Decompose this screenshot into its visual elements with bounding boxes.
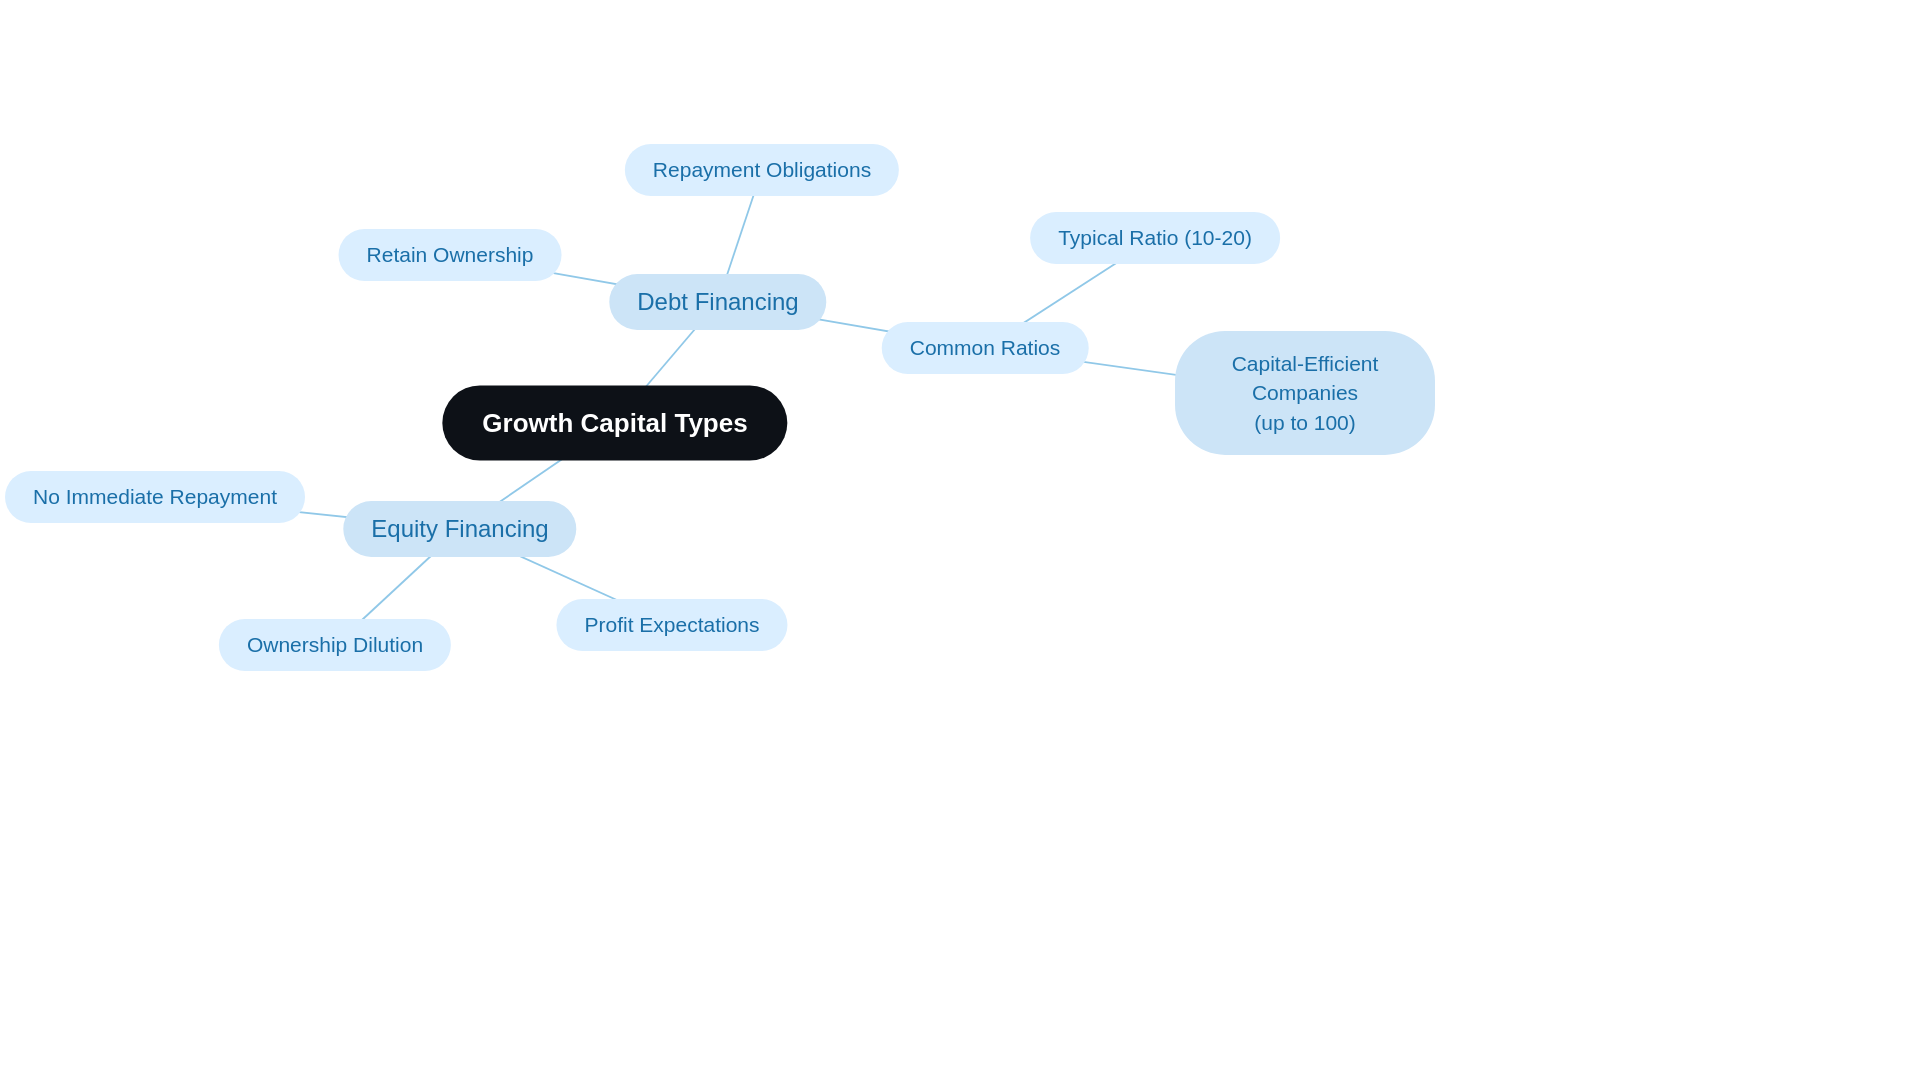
- mindmap-container: Growth Capital Types Debt Financing Equi…: [0, 0, 1920, 1083]
- node-retain-ownership[interactable]: Retain Ownership: [339, 229, 562, 281]
- node-profit-expectations[interactable]: Profit Expectations: [556, 599, 787, 651]
- node-center[interactable]: Growth Capital Types: [442, 386, 787, 461]
- node-common-ratios[interactable]: Common Ratios: [882, 322, 1089, 374]
- node-repayment-obligations[interactable]: Repayment Obligations: [625, 144, 899, 196]
- node-debt-financing[interactable]: Debt Financing: [609, 274, 826, 330]
- node-typical-ratio[interactable]: Typical Ratio (10-20): [1030, 212, 1280, 264]
- node-ownership-dilution[interactable]: Ownership Dilution: [219, 619, 451, 671]
- node-no-immediate-repayment[interactable]: No Immediate Repayment: [5, 471, 305, 523]
- node-equity-financing[interactable]: Equity Financing: [343, 501, 576, 557]
- node-capital-efficient[interactable]: Capital-Efficient Companies(up to 100): [1175, 331, 1435, 455]
- connection-lines: [0, 0, 1920, 1083]
